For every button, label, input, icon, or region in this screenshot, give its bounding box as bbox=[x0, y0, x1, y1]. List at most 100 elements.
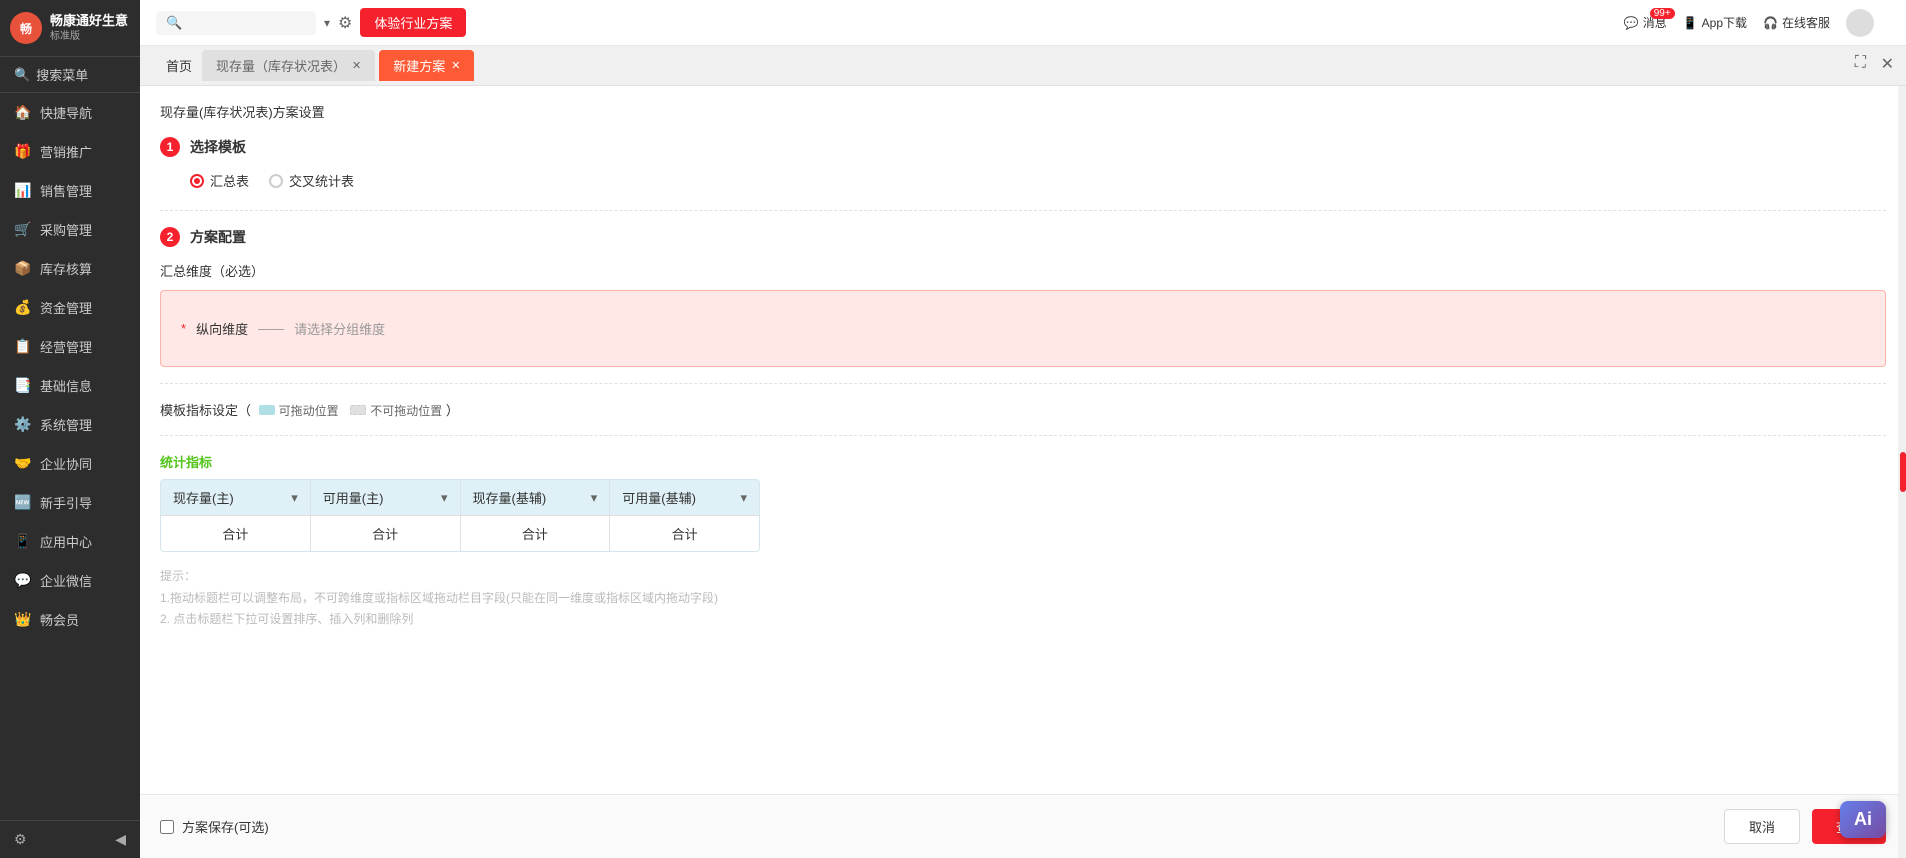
section1-header: 1 选择模板 bbox=[160, 137, 1886, 157]
col2-name: 可用量(主) bbox=[323, 488, 384, 507]
settings-icon[interactable]: ⚙ bbox=[14, 831, 27, 848]
search-icon: 🔍 bbox=[166, 15, 182, 31]
doc-icon: 📑 bbox=[14, 377, 32, 395]
avatar bbox=[1846, 9, 1874, 37]
tab-new-plan-label: 新建方案 bbox=[393, 56, 445, 75]
footer-save: 方案保存(可选) bbox=[160, 817, 269, 836]
sidebar-item-label: 采购管理 bbox=[40, 220, 92, 239]
indicator-label: 模板指标设定（ 可拖动位置 不可拖动位置 ） bbox=[160, 400, 1886, 419]
divider2 bbox=[160, 383, 1886, 384]
service-button[interactable]: 🎧 在线客服 bbox=[1763, 14, 1830, 31]
tab-inventory-status[interactable]: 现存量（库存状况表） ✕ bbox=[202, 50, 375, 81]
dropdown-chevron-icon: ▾ bbox=[324, 16, 330, 30]
topbar: 🔍 ▾ ⚙ 体验行业方案 💬 消息 99+ 📱 App下载 🎧 在线客服 bbox=[140, 0, 1906, 46]
search-area[interactable]: 🔍 bbox=[156, 11, 316, 35]
hint-2: 2. 点击标题栏下拉可设置排序、插入列和删除列 bbox=[160, 609, 1886, 631]
sidebar-item-purchase[interactable]: 🛒 采购管理 bbox=[0, 210, 140, 249]
col2-dropdown-icon[interactable]: ▾ bbox=[441, 490, 448, 506]
sidebar-item-enterprise[interactable]: 🤝 企业协同 bbox=[0, 444, 140, 483]
sidebar-item-sales[interactable]: 📊 销售管理 bbox=[0, 171, 140, 210]
stats-col-3: 现存量(基辅) ▾ bbox=[461, 480, 611, 515]
tab-inventory-label: 现存量（库存状况表） bbox=[216, 56, 346, 75]
col4-dropdown-icon[interactable]: ▾ bbox=[740, 490, 747, 506]
draggable-label: 可拖动位置 bbox=[279, 402, 339, 419]
dim-label: 汇总维度（必选） bbox=[160, 261, 1886, 280]
sidebar-item-label: 资金管理 bbox=[40, 298, 92, 317]
col1-dropdown-icon[interactable]: ▾ bbox=[291, 490, 298, 506]
sidebar-item-quick-nav[interactable]: 🏠 快捷导航 bbox=[0, 93, 140, 132]
topbar-right: 💬 消息 99+ 📱 App下载 🎧 在线客服 bbox=[1624, 9, 1890, 37]
stats-table-header: 现存量(主) ▾ 可用量(主) ▾ 现存量(基辅) ▾ bbox=[161, 480, 759, 515]
radio-summary[interactable]: 汇总表 bbox=[190, 171, 249, 190]
scrollbar-thumb[interactable] bbox=[1900, 452, 1906, 492]
section2-title: 方案配置 bbox=[190, 227, 246, 247]
sidebar-item-finance[interactable]: 💰 资金管理 bbox=[0, 288, 140, 327]
chat-icon: 💬 bbox=[14, 572, 32, 590]
stats-col-4: 可用量(基辅) ▾ bbox=[610, 480, 759, 515]
trial-button[interactable]: 体验行业方案 bbox=[360, 8, 466, 37]
sidebar-item-operations[interactable]: 📋 经营管理 bbox=[0, 327, 140, 366]
radio-summary-btn[interactable] bbox=[190, 174, 204, 188]
col3-dropdown-icon[interactable]: ▾ bbox=[591, 490, 598, 506]
hint-1: 1.拖动标题栏可以调整布局，不可跨维度或指标区域拖动栏目字段(只能在同一维度或指… bbox=[160, 588, 1886, 610]
sidebar-bottom: ⚙ ◀ bbox=[0, 820, 140, 858]
hints: 提示： 1.拖动标题栏可以调整布局，不可跨维度或指标区域拖动栏目字段(只能在同一… bbox=[160, 566, 1886, 631]
logo-text: 畅康通好生意 标准版 bbox=[50, 12, 128, 44]
sidebar-item-marketing[interactable]: 🎁 营销推广 bbox=[0, 132, 140, 171]
non-draggable-label: 不可拖动位置 bbox=[370, 402, 442, 419]
cell-4: 合计 bbox=[610, 516, 759, 551]
sidebar-search-section: 🔍 搜索菜单 bbox=[0, 57, 140, 93]
cell-1: 合计 bbox=[161, 516, 311, 551]
collapse-icon[interactable]: ◀ bbox=[115, 831, 126, 848]
dim-placeholder[interactable]: 请选择分组维度 bbox=[294, 319, 385, 338]
tab-home[interactable]: 首页 bbox=[156, 50, 202, 81]
handshake-icon: 🤝 bbox=[14, 455, 32, 473]
divider3 bbox=[160, 435, 1886, 436]
new-icon: 🆕 bbox=[14, 494, 32, 512]
topbar-gear-icon[interactable]: ⚙ bbox=[338, 13, 352, 33]
stats-section: 统计指标 现存量(主) ▾ 可用量(主) ▾ bbox=[160, 452, 1886, 552]
sidebar-item-system[interactable]: ⚙️ 系统管理 bbox=[0, 405, 140, 444]
clipboard-icon: 📋 bbox=[14, 338, 32, 356]
sidebar-item-inventory[interactable]: 📦 库存核算 bbox=[0, 249, 140, 288]
sidebar-item-member[interactable]: 👑 畅会员 bbox=[0, 600, 140, 639]
page-title: 现存量(库存状况表)方案设置 bbox=[160, 102, 1886, 121]
sidebar-item-label: 库存核算 bbox=[40, 259, 92, 278]
sidebar-item-label: 企业协同 bbox=[40, 454, 92, 473]
search-input[interactable] bbox=[186, 16, 306, 30]
stats-col-1: 现存量(主) ▾ bbox=[161, 480, 311, 515]
service-label: 在线客服 bbox=[1782, 14, 1830, 31]
maximize-icon[interactable]: ⛶ bbox=[1855, 54, 1866, 72]
col1-name: 现存量(主) bbox=[173, 488, 234, 507]
col4-name: 可用量(基辅) bbox=[622, 488, 696, 507]
close-all-icon[interactable]: ✕ bbox=[1881, 54, 1894, 74]
stats-table-row: 合计 合计 合计 合计 bbox=[161, 515, 759, 551]
tab-new-plan[interactable]: 新建方案 ✕ bbox=[379, 50, 474, 81]
radio-crosstab[interactable]: 交叉统计表 bbox=[269, 171, 354, 190]
sidebar-item-basic-info[interactable]: 📑 基础信息 bbox=[0, 366, 140, 405]
sidebar-item-label: 企业微信 bbox=[40, 571, 92, 590]
col3-name: 现存量(基辅) bbox=[473, 488, 547, 507]
app-download-button[interactable]: 📱 App下载 bbox=[1683, 14, 1747, 31]
footer: 方案保存(可选) 取消 查询 bbox=[140, 794, 1906, 858]
search-icon: 🔍 bbox=[14, 67, 30, 83]
radio-crosstab-btn[interactable] bbox=[269, 174, 283, 188]
section2-num: 2 bbox=[160, 227, 180, 247]
tab-inventory-close[interactable]: ✕ bbox=[352, 59, 361, 72]
sidebar-item-wechat[interactable]: 💬 企业微信 bbox=[0, 561, 140, 600]
save-checkbox[interactable] bbox=[160, 820, 174, 834]
section-template: 1 选择模板 汇总表 交叉统计表 bbox=[160, 137, 1886, 190]
ai-button[interactable]: Ai bbox=[1840, 801, 1886, 838]
cancel-button[interactable]: 取消 bbox=[1724, 809, 1800, 844]
sidebar-item-guide[interactable]: 🆕 新手引导 bbox=[0, 483, 140, 522]
search-menu-button[interactable]: 🔍 搜索菜单 bbox=[14, 65, 126, 84]
cell-3: 合计 bbox=[461, 516, 611, 551]
topbar-dropdown[interactable]: ▾ bbox=[324, 16, 330, 30]
message-button[interactable]: 💬 消息 99+ bbox=[1624, 14, 1667, 31]
gear-icon: ⚙️ bbox=[14, 416, 32, 434]
draggable-legend-box bbox=[259, 405, 275, 415]
box-icon: 📦 bbox=[14, 260, 32, 278]
tab-new-plan-close[interactable]: ✕ bbox=[451, 59, 460, 72]
sidebar-item-app-center[interactable]: 📱 应用中心 bbox=[0, 522, 140, 561]
search-menu-label: 搜索菜单 bbox=[36, 65, 88, 84]
